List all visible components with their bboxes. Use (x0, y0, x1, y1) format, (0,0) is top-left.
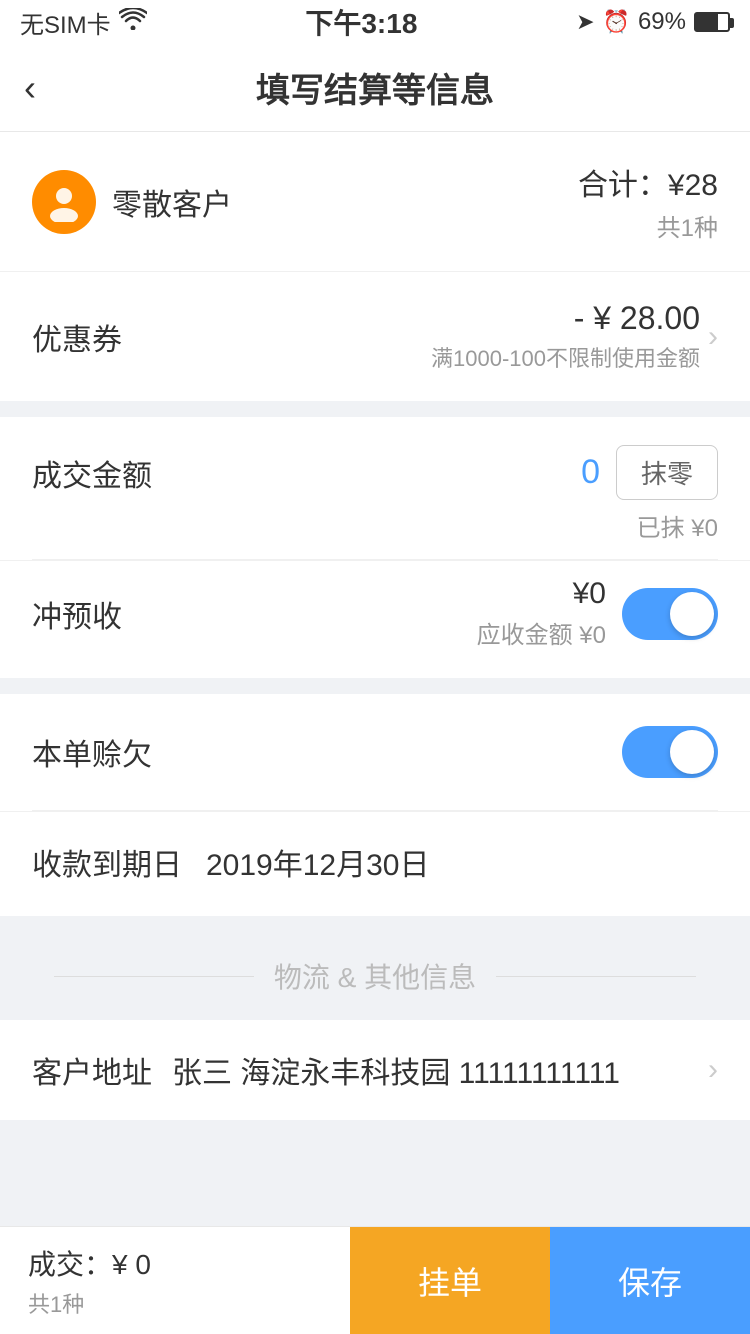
hang-button-label: 挂单 (418, 1258, 482, 1304)
deal-card: 成交金额 0 抹零 已抹 ¥0 冲预收 ¥0 应收金额 ¥0 (0, 417, 750, 678)
bottom-summary: 成交：¥ 0 共1种 (0, 1227, 350, 1334)
address-label: 客户地址 (32, 1048, 152, 1092)
coupon-label: 优惠券 (32, 315, 122, 359)
coupon-amount: - ¥ 28.00 (431, 300, 700, 337)
customer-total: 合计：¥28 共1种 (578, 160, 718, 243)
customer-row: 零散客户 合计：¥28 共1种 (0, 132, 750, 271)
location-icon: ➤ (576, 9, 594, 35)
address-value: 张三 海淀永丰科技园 11111111111 (172, 1048, 708, 1092)
due-date-row: 收款到期日 2019年12月30日 (0, 811, 750, 916)
total-amount: 合计：¥28 (578, 160, 718, 204)
debit-card: 本单赊欠 收款到期日 2019年12月30日 (0, 694, 750, 916)
customer-name: 零散客户 (112, 180, 232, 224)
deal-sub: 已抹 ¥0 (0, 508, 750, 559)
coupon-row[interactable]: 优惠券 - ¥ 28.00 满1000-100不限制使用金额 › (0, 271, 750, 401)
nav-bar: ‹ 填写结算等信息 (0, 44, 750, 132)
logistics-line-left (54, 976, 254, 977)
prepay-toggle[interactable] (622, 588, 718, 640)
bottom-count: 共1种 (28, 1287, 322, 1319)
debit-toggle[interactable] (622, 726, 718, 778)
alarm-icon: ⏰ (603, 9, 630, 35)
debit-row: 本单赊欠 (0, 694, 750, 810)
hang-button[interactable]: 挂单 (350, 1227, 550, 1334)
deal-label: 成交金额 (32, 451, 152, 495)
battery-icon (694, 12, 730, 32)
round-button[interactable]: 抹零 (616, 445, 718, 500)
prepay-values: ¥0 应收金额 ¥0 (477, 577, 606, 650)
status-left: 无SIM卡 (20, 5, 147, 40)
logistics-line-right (496, 976, 696, 977)
coupon-right: - ¥ 28.00 满1000-100不限制使用金额 › (431, 300, 718, 373)
bottom-deal-value: ¥ 0 (112, 1249, 151, 1280)
prepay-row: 冲预收 ¥0 应收金额 ¥0 (0, 560, 750, 678)
deal-right: 0 抹零 (581, 445, 718, 500)
total-count: 共1种 (578, 208, 718, 243)
page-title: 填写结算等信息 (256, 63, 494, 112)
customer-info: 零散客户 (32, 170, 232, 234)
customer-avatar (32, 170, 96, 234)
deal-row: 成交金额 0 抹零 (0, 417, 750, 508)
logistics-section: 物流 & 其他信息 (0, 932, 750, 1020)
time-display: 下午3:18 (305, 2, 417, 42)
due-date-value[interactable]: 2019年12月30日 (206, 840, 429, 884)
back-button[interactable]: ‹ (24, 67, 36, 109)
address-chevron-icon: › (708, 1053, 718, 1087)
coupon-chevron-icon: › (708, 320, 718, 354)
deal-value: 0 (581, 453, 600, 492)
save-button[interactable]: 保存 (550, 1227, 750, 1334)
battery-text: 69% (638, 8, 686, 36)
coupon-values: - ¥ 28.00 满1000-100不限制使用金额 (431, 300, 700, 373)
address-card: 客户地址 张三 海淀永丰科技园 11111111111 › (0, 1020, 750, 1120)
logistics-text: 物流 & 其他信息 (274, 956, 476, 996)
carrier-text: 无SIM卡 (20, 5, 111, 40)
save-button-label: 保存 (618, 1258, 682, 1304)
debit-label: 本单赊欠 (32, 730, 152, 774)
main-content: 零散客户 合计：¥28 共1种 优惠券 - ¥ 28.00 满1000-100不… (0, 132, 750, 1240)
prepay-amount: ¥0 (477, 577, 606, 611)
bottom-bar: 成交：¥ 0 共1种 挂单 保存 (0, 1226, 750, 1334)
due-label: 收款到期日 (32, 840, 182, 884)
status-bar: 无SIM卡 下午3:18 ➤ ⏰ 69% (0, 0, 750, 44)
logistics-label: 物流 & 其他信息 (0, 956, 750, 996)
prepay-sub: 应收金额 ¥0 (477, 615, 606, 650)
wifi-icon (119, 8, 147, 37)
toggle-knob (670, 592, 714, 636)
prepay-label: 冲预收 (32, 592, 122, 636)
coupon-desc: 满1000-100不限制使用金额 (431, 341, 700, 373)
customer-card: 零散客户 合计：¥28 共1种 优惠券 - ¥ 28.00 满1000-100不… (0, 132, 750, 401)
bottom-deal-label: 成交： (28, 1249, 112, 1280)
status-right: ➤ ⏰ 69% (576, 8, 730, 36)
prepay-right: ¥0 应收金额 ¥0 (477, 577, 718, 650)
address-row[interactable]: 客户地址 张三 海淀永丰科技园 11111111111 › (0, 1020, 750, 1120)
debit-toggle-knob (670, 730, 714, 774)
bottom-deal-row: 成交：¥ 0 (28, 1243, 322, 1283)
